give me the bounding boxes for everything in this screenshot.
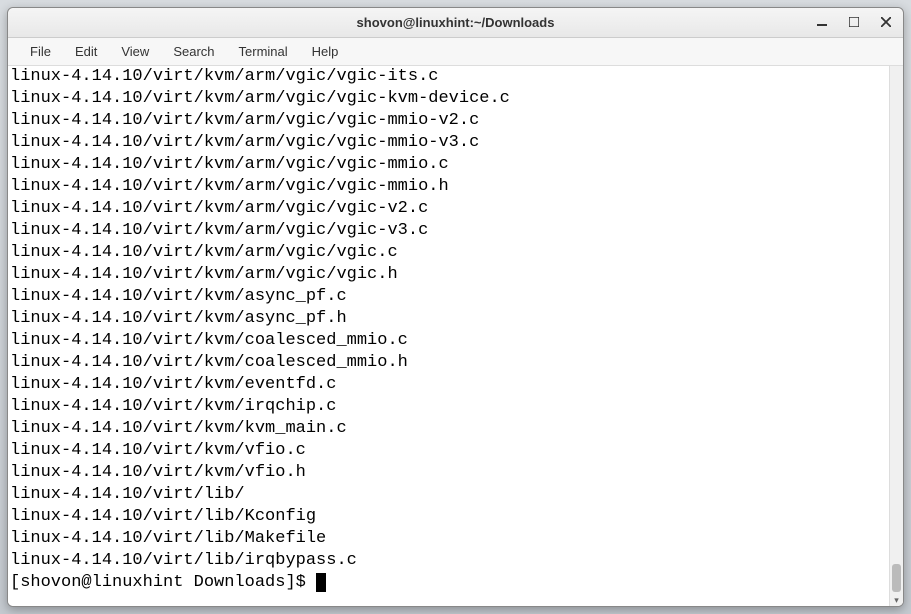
terminal-output-line: linux-4.14.10/virt/kvm/arm/vgic/vgic-v2.… [10, 198, 887, 220]
terminal-output-line: linux-4.14.10/virt/kvm/arm/vgic/vgic.c [10, 242, 887, 264]
menu-view[interactable]: View [109, 40, 161, 63]
terminal-output-line: linux-4.14.10/virt/kvm/kvm_main.c [10, 418, 887, 440]
maximize-icon [849, 17, 859, 27]
terminal-output-line: linux-4.14.10/virt/lib/Makefile [10, 528, 887, 550]
scrollbar-thumb[interactable] [892, 564, 901, 592]
scrollbar-down-arrow-icon[interactable]: ▾ [892, 594, 901, 606]
scrollbar[interactable]: ▾ [889, 66, 903, 606]
terminal-cursor [316, 573, 326, 592]
terminal-output-line: linux-4.14.10/virt/kvm/coalesced_mmio.c [10, 330, 887, 352]
menu-terminal[interactable]: Terminal [227, 40, 300, 63]
terminal-output-line: linux-4.14.10/virt/kvm/async_pf.c [10, 286, 887, 308]
terminal-area[interactable]: linux-4.14.10/virt/kvm/arm/vgic/vgic-its… [8, 66, 903, 606]
window-title: shovon@linuxhint:~/Downloads [357, 15, 555, 30]
terminal-output-line: linux-4.14.10/virt/kvm/arm/vgic/vgic-v3.… [10, 220, 887, 242]
terminal-output-line: linux-4.14.10/virt/kvm/arm/vgic/vgic-mmi… [10, 132, 887, 154]
terminal-prompt[interactable]: [shovon@linuxhint Downloads]$ [10, 572, 887, 594]
terminal-output-line: linux-4.14.10/virt/kvm/async_pf.h [10, 308, 887, 330]
minimize-icon [817, 17, 827, 27]
terminal-output-line: linux-4.14.10/virt/kvm/arm/vgic/vgic.h [10, 264, 887, 286]
terminal-output-line: linux-4.14.10/virt/kvm/arm/vgic/vgic-mmi… [10, 154, 887, 176]
terminal-content[interactable]: linux-4.14.10/virt/kvm/arm/vgic/vgic-its… [8, 66, 889, 606]
titlebar: shovon@linuxhint:~/Downloads [8, 8, 903, 38]
menu-edit[interactable]: Edit [63, 40, 109, 63]
menu-search[interactable]: Search [161, 40, 226, 63]
terminal-output-line: linux-4.14.10/virt/kvm/eventfd.c [10, 374, 887, 396]
maximize-button[interactable] [843, 12, 865, 32]
minimize-button[interactable] [811, 12, 833, 32]
terminal-output-line: linux-4.14.10/virt/lib/ [10, 484, 887, 506]
terminal-output-line: linux-4.14.10/virt/kvm/irqchip.c [10, 396, 887, 418]
close-button[interactable] [875, 12, 897, 32]
close-icon [881, 17, 891, 27]
terminal-output-line: linux-4.14.10/virt/kvm/arm/vgic/vgic-kvm… [10, 88, 887, 110]
terminal-output-line: linux-4.14.10/virt/lib/Kconfig [10, 506, 887, 528]
window-controls [811, 12, 897, 32]
terminal-window: shovon@linuxhint:~/Downloads File E [7, 7, 904, 607]
menubar: File Edit View Search Terminal Help [8, 38, 903, 66]
menu-help[interactable]: Help [300, 40, 351, 63]
menu-file[interactable]: File [18, 40, 63, 63]
terminal-output-line: linux-4.14.10/virt/kvm/arm/vgic/vgic-mmi… [10, 176, 887, 198]
terminal-output-line: linux-4.14.10/virt/kvm/arm/vgic/vgic-mmi… [10, 110, 887, 132]
terminal-output-line: linux-4.14.10/virt/kvm/arm/vgic/vgic-its… [10, 66, 887, 88]
terminal-output-line: linux-4.14.10/virt/lib/irqbypass.c [10, 550, 887, 572]
terminal-output-line: linux-4.14.10/virt/kvm/vfio.c [10, 440, 887, 462]
terminal-output-line: linux-4.14.10/virt/kvm/coalesced_mmio.h [10, 352, 887, 374]
terminal-output-line: linux-4.14.10/virt/kvm/vfio.h [10, 462, 887, 484]
